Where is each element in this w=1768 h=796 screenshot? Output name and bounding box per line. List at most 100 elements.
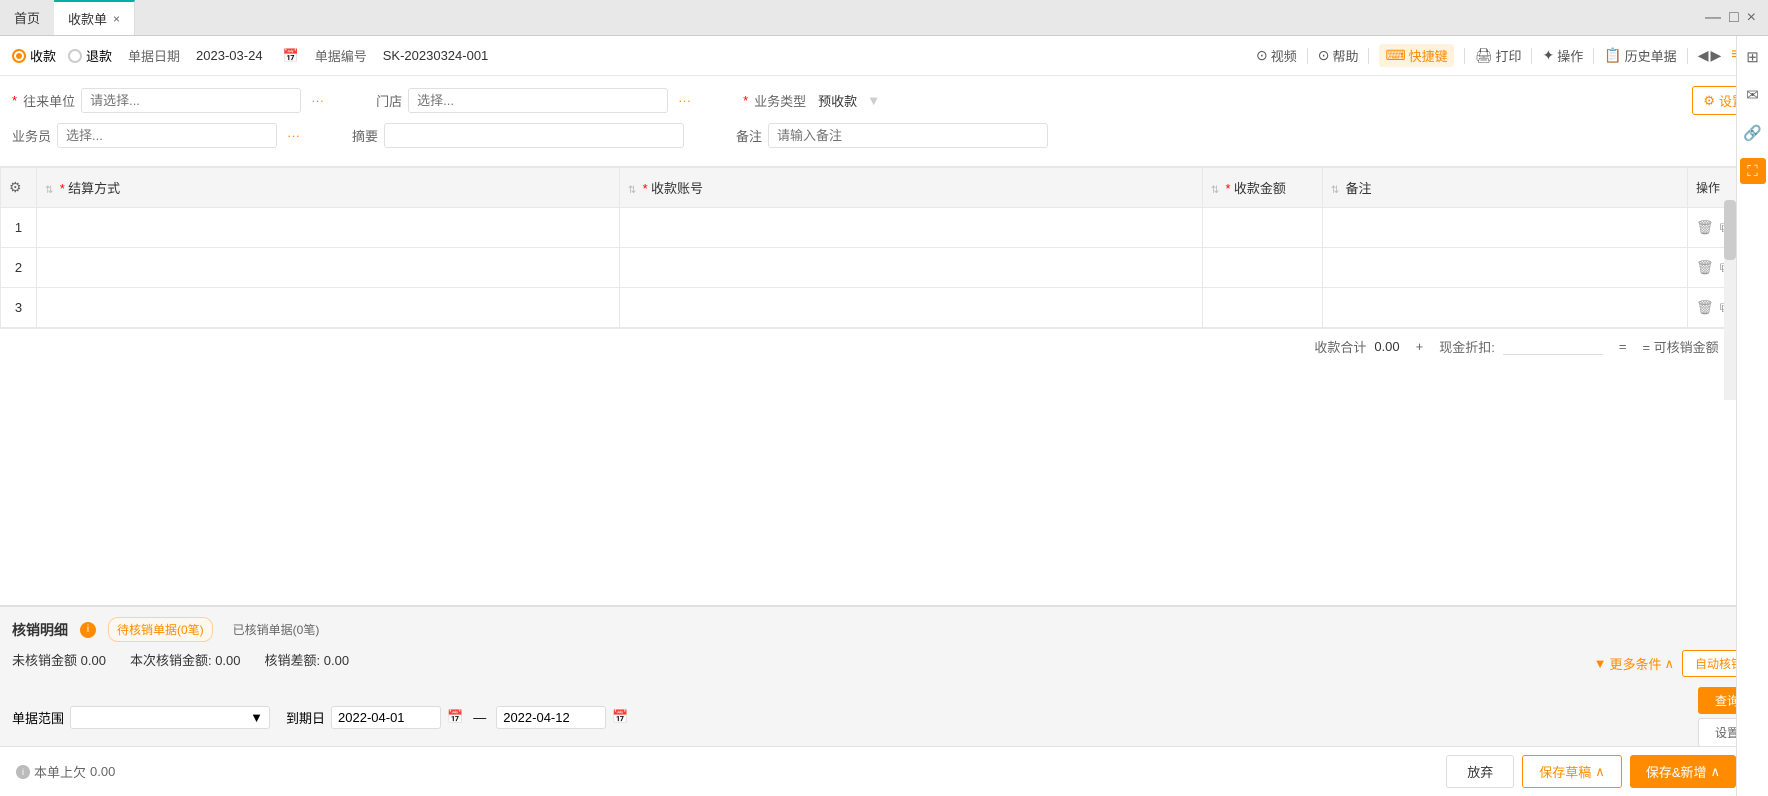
refund-radio-dot [68, 49, 82, 63]
sidebar-email-icon[interactable]: ✉ [1740, 82, 1766, 108]
row3-amount[interactable] [1202, 288, 1322, 328]
date-start-input[interactable] [331, 706, 441, 729]
video-btn[interactable]: ⊙ 视频 [1256, 46, 1297, 65]
right-sidebar: ⊞ ✉ 🔗 ⛶ [1736, 36, 1768, 796]
save-draft-button[interactable]: 保存草稿 ∧ [1522, 755, 1622, 788]
range-dropdown-icon: ▼ [250, 710, 263, 725]
counterpart-input[interactable] [81, 88, 301, 113]
date-end-input[interactable] [496, 706, 606, 729]
operate-btn[interactable]: ✦ 操作 [1542, 46, 1583, 65]
salesperson-input[interactable] [57, 123, 277, 148]
table-row: 2 🗑 ⧉ [1, 248, 1768, 288]
sidebar-frame-icon[interactable]: ⛶ [1740, 158, 1766, 184]
btype-dropdown-icon[interactable]: ▼ [867, 93, 880, 108]
tab-bar: 首页 收款单 × — □ × [0, 0, 1768, 36]
tab-current[interactable]: 收款单 × [54, 0, 135, 35]
row-num-2: 2 [1, 248, 37, 288]
row1-account[interactable] [619, 208, 1202, 248]
footer-actions: 放弃 保存草稿 ∧ 保存&新增 ∧ [1446, 755, 1736, 788]
this-time-stat: 本次核销金额: 0.00 [130, 650, 241, 677]
result-label: = 可核销金额 [1642, 337, 1718, 356]
row1-amount[interactable] [1202, 208, 1322, 248]
row3-delete-icon[interactable]: 🗑 [1696, 299, 1714, 316]
row-num-3: 3 [1, 288, 37, 328]
verify-info-icon[interactable]: i [80, 622, 96, 638]
row1-delete-icon[interactable]: 🗑 [1696, 219, 1714, 236]
more-conditions-btn[interactable]: ▼ 更多条件 ∧ [1594, 654, 1674, 673]
save-draft-label: 保存草稿 [1539, 762, 1591, 781]
remarks-label: 备注 [736, 126, 762, 145]
settings-gear-icon: ⚙ [1703, 93, 1715, 109]
row1-payment[interactable] [37, 208, 620, 248]
calendar-start-icon[interactable]: 📅 [447, 709, 463, 725]
tab-home[interactable]: 首页 [0, 0, 54, 35]
row2-remarks[interactable] [1322, 248, 1687, 288]
close-icon[interactable]: × [1747, 9, 1756, 27]
store-field: 门店 ··· [376, 88, 691, 113]
scrollbar-thumb[interactable] [1724, 200, 1736, 260]
store-more-icon[interactable]: ··· [678, 93, 691, 108]
summary-label: 摘要 [352, 126, 378, 145]
account-header: ⇅ * 收款账号 [619, 168, 1202, 208]
toolbar-actions: ⊙ 视频 ⊙ 帮助 ⌨ 快捷键 🖨 打印 ✦ 操作 [1256, 44, 1756, 67]
divider1 [1307, 48, 1308, 64]
table-gear-icon[interactable]: ⚙ [9, 179, 22, 195]
calendar-icon[interactable]: 📅 [283, 48, 299, 64]
discount-input[interactable] [1503, 339, 1603, 355]
help-icon: ⊙ [1318, 47, 1330, 64]
bill-info-icon[interactable]: i [16, 765, 30, 779]
receipt-type-radio: 收款 退款 [12, 46, 112, 65]
row3-remarks[interactable] [1322, 288, 1687, 328]
remarks-input[interactable] [768, 123, 1048, 148]
history-btn[interactable]: 📋 历史单据 [1604, 46, 1676, 65]
minimize-icon[interactable]: — [1705, 9, 1721, 27]
range-select[interactable]: ▼ [70, 706, 270, 729]
row3-account[interactable] [619, 288, 1202, 328]
operate-icon: ✦ [1542, 47, 1554, 64]
shortcut-btn[interactable]: ⌨ 快捷键 [1379, 44, 1453, 67]
row3-payment[interactable] [37, 288, 620, 328]
summary-input[interactable] [384, 123, 684, 148]
receipt-radio[interactable]: 收款 [12, 46, 56, 65]
refund-radio[interactable]: 退款 [68, 46, 112, 65]
receipt-radio-dot [12, 49, 26, 63]
date-label: 单据日期 [128, 46, 180, 65]
print-btn[interactable]: 🖨 打印 [1475, 46, 1522, 65]
help-btn[interactable]: ⊙ 帮助 [1318, 46, 1359, 65]
verify-header: 核销明细 i 待核销单据(0笔) 已核销单据(0笔) [12, 617, 1756, 642]
tab-close-icon[interactable]: × [113, 12, 120, 26]
summary-row: 收款合计 0.00 + 现金折扣: = = 可核销金额 0.00 [0, 328, 1768, 364]
unchecked-stat: 未核销金额 0.00 [12, 650, 106, 677]
row2-payment[interactable] [37, 248, 620, 288]
sort-icon1: ⇅ [45, 185, 53, 196]
row2-account[interactable] [619, 248, 1202, 288]
sidebar-table-icon[interactable]: ⊞ [1740, 44, 1766, 70]
salesperson-more-icon[interactable]: ··· [287, 128, 300, 143]
due-date-filter: 到期日 📅 — 📅 [286, 706, 628, 729]
row2-amount[interactable] [1202, 248, 1322, 288]
row1-remarks[interactable] [1322, 208, 1687, 248]
chevron-up-icon: ∧ [1664, 656, 1674, 672]
range-label: 单据范围 [12, 708, 64, 727]
btype-value: 预收款 [818, 91, 857, 110]
date-separator: — [473, 710, 486, 725]
done-tab[interactable]: 已核销单据(0笔) [225, 618, 328, 641]
pending-tab[interactable]: 待核销单据(0笔) [108, 617, 213, 642]
save-new-button[interactable]: 保存&新增 ∧ [1630, 755, 1736, 788]
prev-arrow[interactable]: ◀ [1698, 47, 1709, 64]
row2-delete-icon[interactable]: 🗑 [1696, 259, 1714, 276]
divider2 [1368, 48, 1369, 64]
calendar-end-icon[interactable]: 📅 [612, 709, 628, 725]
store-input[interactable] [408, 88, 668, 113]
gear-header[interactable]: ⚙ [1, 168, 37, 208]
date-value[interactable]: 2023-03-24 [196, 48, 263, 63]
filter-icon: ▼ [1594, 656, 1607, 671]
restore-icon[interactable]: □ [1729, 9, 1739, 27]
sidebar-link-icon[interactable]: 🔗 [1740, 120, 1766, 146]
counterpart-more-icon[interactable]: ··· [311, 93, 324, 108]
abandon-button[interactable]: 放弃 [1446, 755, 1514, 788]
verify-title: 核销明细 [12, 620, 68, 640]
sort-icon3: ⇅ [1211, 185, 1219, 196]
save-new-label: 保存&新增 [1646, 762, 1707, 781]
next-arrow[interactable]: ▶ [1710, 47, 1721, 64]
